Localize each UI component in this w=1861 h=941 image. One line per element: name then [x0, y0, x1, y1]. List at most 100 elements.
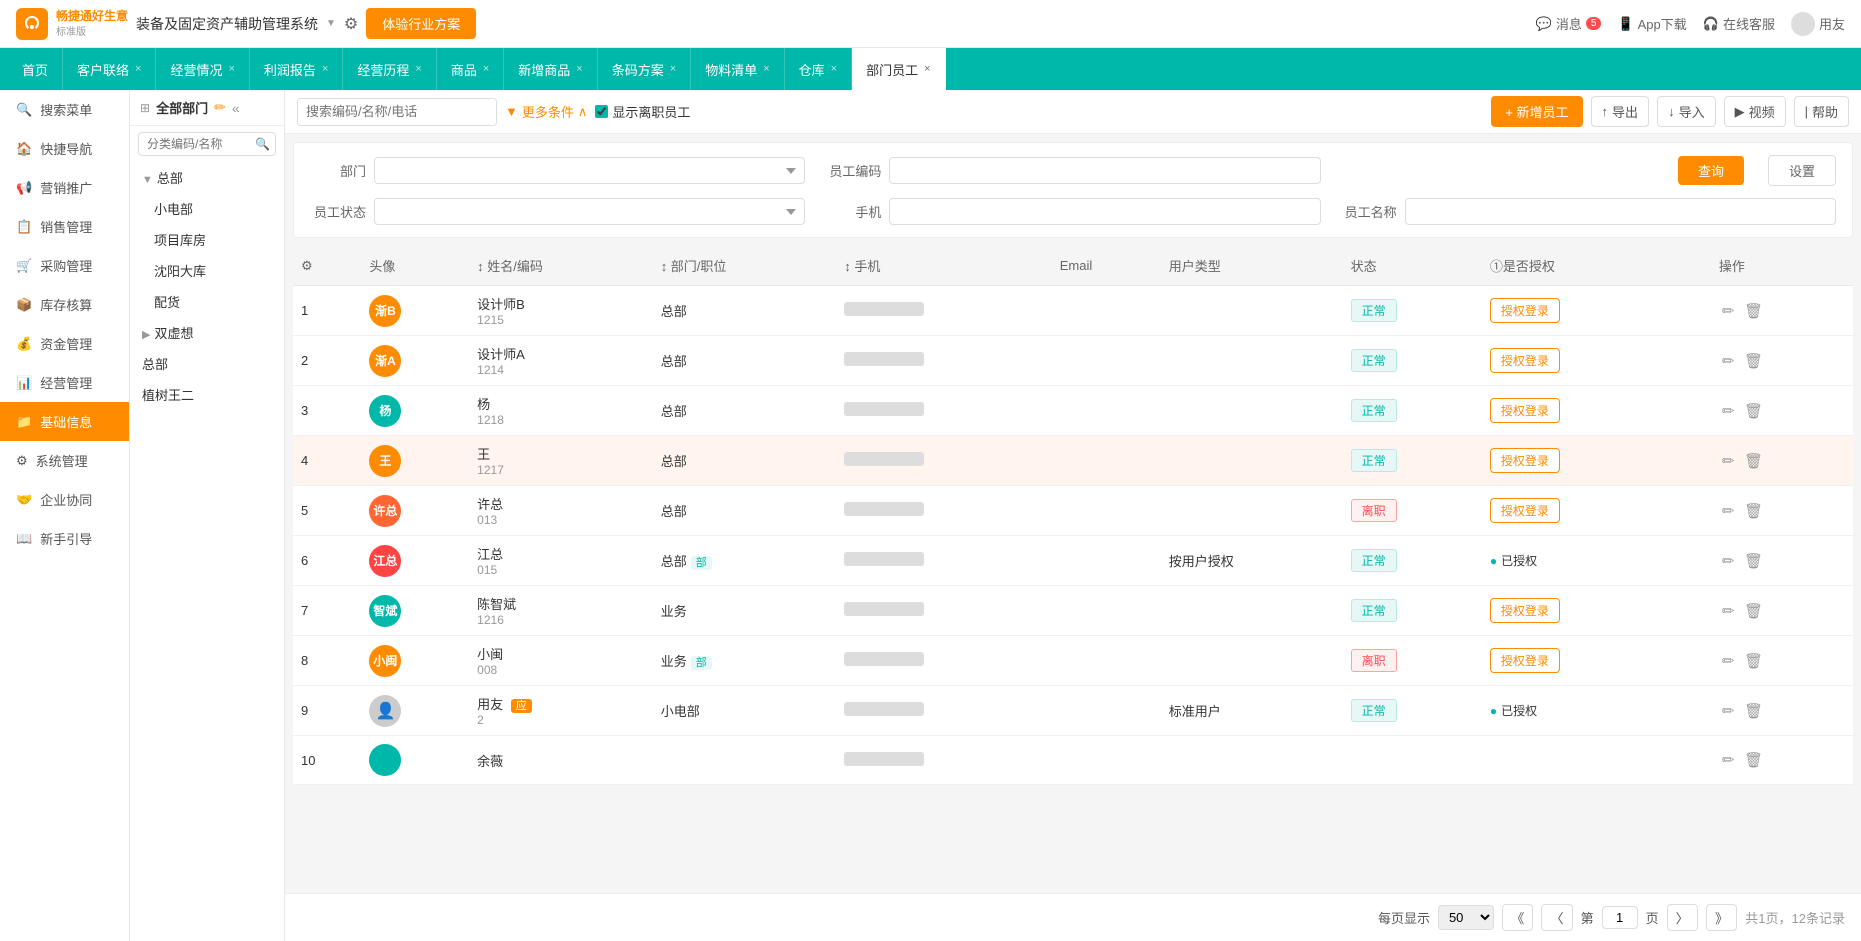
close-icon[interactable]: × [415, 63, 421, 75]
sidebar-item-inventory[interactable]: 📦 库存核算 [0, 285, 129, 324]
edit-icon[interactable]: ✏ [1722, 453, 1735, 470]
close-icon[interactable]: × [135, 63, 141, 75]
col-phone[interactable]: ↕ 手机 [836, 246, 1052, 286]
row-auth[interactable]: 授权登录 [1482, 586, 1675, 636]
delete-icon[interactable]: 🗑 [1744, 553, 1763, 570]
sidebar-item-system[interactable]: ⚙ 系统管理 [0, 441, 129, 480]
auth-button[interactable]: 授权登录 [1490, 448, 1560, 473]
auth-button[interactable]: 授权登录 [1490, 398, 1560, 423]
query-button[interactable]: 查询 [1678, 156, 1744, 185]
tab-bom[interactable]: 物料清单× [691, 48, 784, 90]
dept-node-delivery[interactable]: 配货 [130, 286, 284, 317]
dept-filter-select[interactable] [374, 157, 805, 184]
message-button[interactable]: 💬 消息 5 [1536, 14, 1602, 33]
delete-icon[interactable]: 🗑 [1744, 653, 1763, 670]
tab-barcode[interactable]: 条码方案× [598, 48, 691, 90]
dept-node-zongbu[interactable]: 总部 [130, 348, 284, 379]
auth-button[interactable]: 授权登录 [1490, 348, 1560, 373]
col-dept[interactable]: ↕ 部门/职位 [653, 246, 837, 286]
app-download-button[interactable]: 📱 App下载 [1617, 14, 1686, 33]
first-page-button[interactable]: 《 [1502, 904, 1533, 931]
delete-icon[interactable]: 🗑 [1744, 403, 1763, 420]
tab-add-goods[interactable]: 新增商品× [504, 48, 597, 90]
page-size-select[interactable]: 50 100 [1438, 905, 1494, 930]
sidebar-item-sales[interactable]: 📋 销售管理 [0, 207, 129, 246]
edit-icon[interactable]: ✏ [1722, 752, 1735, 769]
row-auth[interactable]: 授权登录 [1482, 636, 1675, 686]
next-page-button[interactable]: 〉 [1667, 904, 1698, 931]
delete-icon[interactable]: 🗑 [1744, 752, 1763, 769]
empstatus-filter-select[interactable] [374, 198, 805, 225]
close-icon[interactable]: × [763, 63, 769, 75]
online-support-button[interactable]: 🎧 在线客服 [1703, 14, 1775, 33]
delete-icon[interactable]: 🗑 [1744, 503, 1763, 520]
more-filter-button[interactable]: ▼ 更多条件 ∧ [505, 102, 587, 121]
dept-node-shenyang[interactable]: 沈阳大库 [130, 255, 284, 286]
auth-button[interactable]: 授权登录 [1490, 648, 1560, 673]
empcode-filter-input[interactable] [889, 157, 1320, 184]
search-input[interactable] [298, 99, 490, 124]
close-icon[interactable]: × [228, 63, 234, 75]
dept-edit-icon[interactable]: ✏ [214, 99, 226, 116]
edit-icon[interactable]: ✏ [1722, 503, 1735, 520]
auth-button[interactable]: 授权登录 [1490, 298, 1560, 323]
tab-history[interactable]: 经营历程× [343, 48, 436, 90]
tab-operation[interactable]: 经营情况× [156, 48, 249, 90]
edit-icon[interactable]: ✏ [1722, 553, 1735, 570]
help-button[interactable]: | 帮助 [1794, 96, 1849, 127]
sidebar-item-quicknav[interactable]: 🏠 快捷导航 [0, 129, 129, 168]
tab-department[interactable]: 部门员工× [852, 48, 945, 90]
row-auth[interactable]: 授权登录 [1482, 336, 1675, 386]
phone-filter-input[interactable] [889, 198, 1320, 225]
delete-icon[interactable]: 🗑 [1744, 603, 1763, 620]
last-page-button[interactable]: 》 [1706, 904, 1737, 931]
dept-node-xiaodian[interactable]: 小电部 [130, 193, 284, 224]
edit-icon[interactable]: ✏ [1722, 603, 1735, 620]
tab-goods[interactable]: 商品× [437, 48, 504, 90]
delete-icon[interactable]: 🗑 [1744, 703, 1763, 720]
dept-node-shuangxu[interactable]: ▶双虚想 [130, 317, 284, 348]
sidebar-item-mgmt[interactable]: 📊 经营管理 [0, 363, 129, 402]
tab-warehouse[interactable]: 仓库× [785, 48, 852, 90]
row-auth[interactable]: 授权登录 [1482, 436, 1675, 486]
sidebar-item-purchase[interactable]: 🛒 采购管理 [0, 246, 129, 285]
auth-button[interactable]: 授权登录 [1490, 498, 1560, 523]
import-button[interactable]: ↓ 导入 [1657, 96, 1716, 127]
export-button[interactable]: ↑ 导出 [1591, 96, 1650, 127]
empname-filter-input[interactable] [1405, 198, 1836, 225]
tab-profit[interactable]: 利润报告× [250, 48, 343, 90]
user-menu-button[interactable]: 用友 [1791, 12, 1845, 36]
trial-button[interactable]: 体验行业方案 [366, 8, 476, 39]
tab-customer[interactable]: 客户联络× [63, 48, 156, 90]
delete-icon[interactable]: 🗑 [1744, 303, 1763, 320]
row-auth[interactable]: 授权登录 [1482, 486, 1675, 536]
col-settings[interactable]: ⚙ [293, 246, 361, 286]
page-number-input[interactable] [1602, 906, 1638, 929]
system-dropdown-arrow[interactable]: ▼ [326, 18, 336, 29]
add-employee-button[interactable]: + 新增员工 [1491, 96, 1582, 127]
close-icon[interactable]: × [483, 63, 489, 75]
row-auth[interactable]: 授权登录 [1482, 386, 1675, 436]
close-icon[interactable]: × [831, 63, 837, 75]
delete-icon[interactable]: 🗑 [1744, 353, 1763, 370]
sidebar-item-marketing[interactable]: 📢 营销推广 [0, 168, 129, 207]
close-icon[interactable]: × [576, 63, 582, 75]
dept-node-project[interactable]: 项目库房 [130, 224, 284, 255]
sidebar-item-guide[interactable]: 📖 新手引导 [0, 519, 129, 558]
dept-collapse-icon[interactable]: « [232, 100, 240, 116]
dept-node-zhushu[interactable]: 植树王二 [130, 379, 284, 410]
sidebar-item-basic[interactable]: 📁 基础信息 [0, 402, 129, 441]
sidebar-item-finance[interactable]: 💰 资金管理 [0, 324, 129, 363]
edit-icon[interactable]: ✏ [1722, 653, 1735, 670]
close-icon[interactable]: × [924, 63, 930, 75]
edit-icon[interactable]: ✏ [1722, 403, 1735, 420]
tab-home[interactable]: 首页 [8, 48, 63, 90]
sidebar-item-collab[interactable]: 🤝 企业协同 [0, 480, 129, 519]
close-icon[interactable]: × [670, 63, 676, 75]
auth-button[interactable]: 授权登录 [1490, 598, 1560, 623]
row-auth[interactable]: 授权登录 [1482, 286, 1675, 336]
sidebar-item-search[interactable]: 🔍 搜索菜单 [0, 90, 129, 129]
edit-icon[interactable]: ✏ [1722, 303, 1735, 320]
gear-icon[interactable]: ⚙ [344, 14, 358, 34]
close-icon[interactable]: × [322, 63, 328, 75]
